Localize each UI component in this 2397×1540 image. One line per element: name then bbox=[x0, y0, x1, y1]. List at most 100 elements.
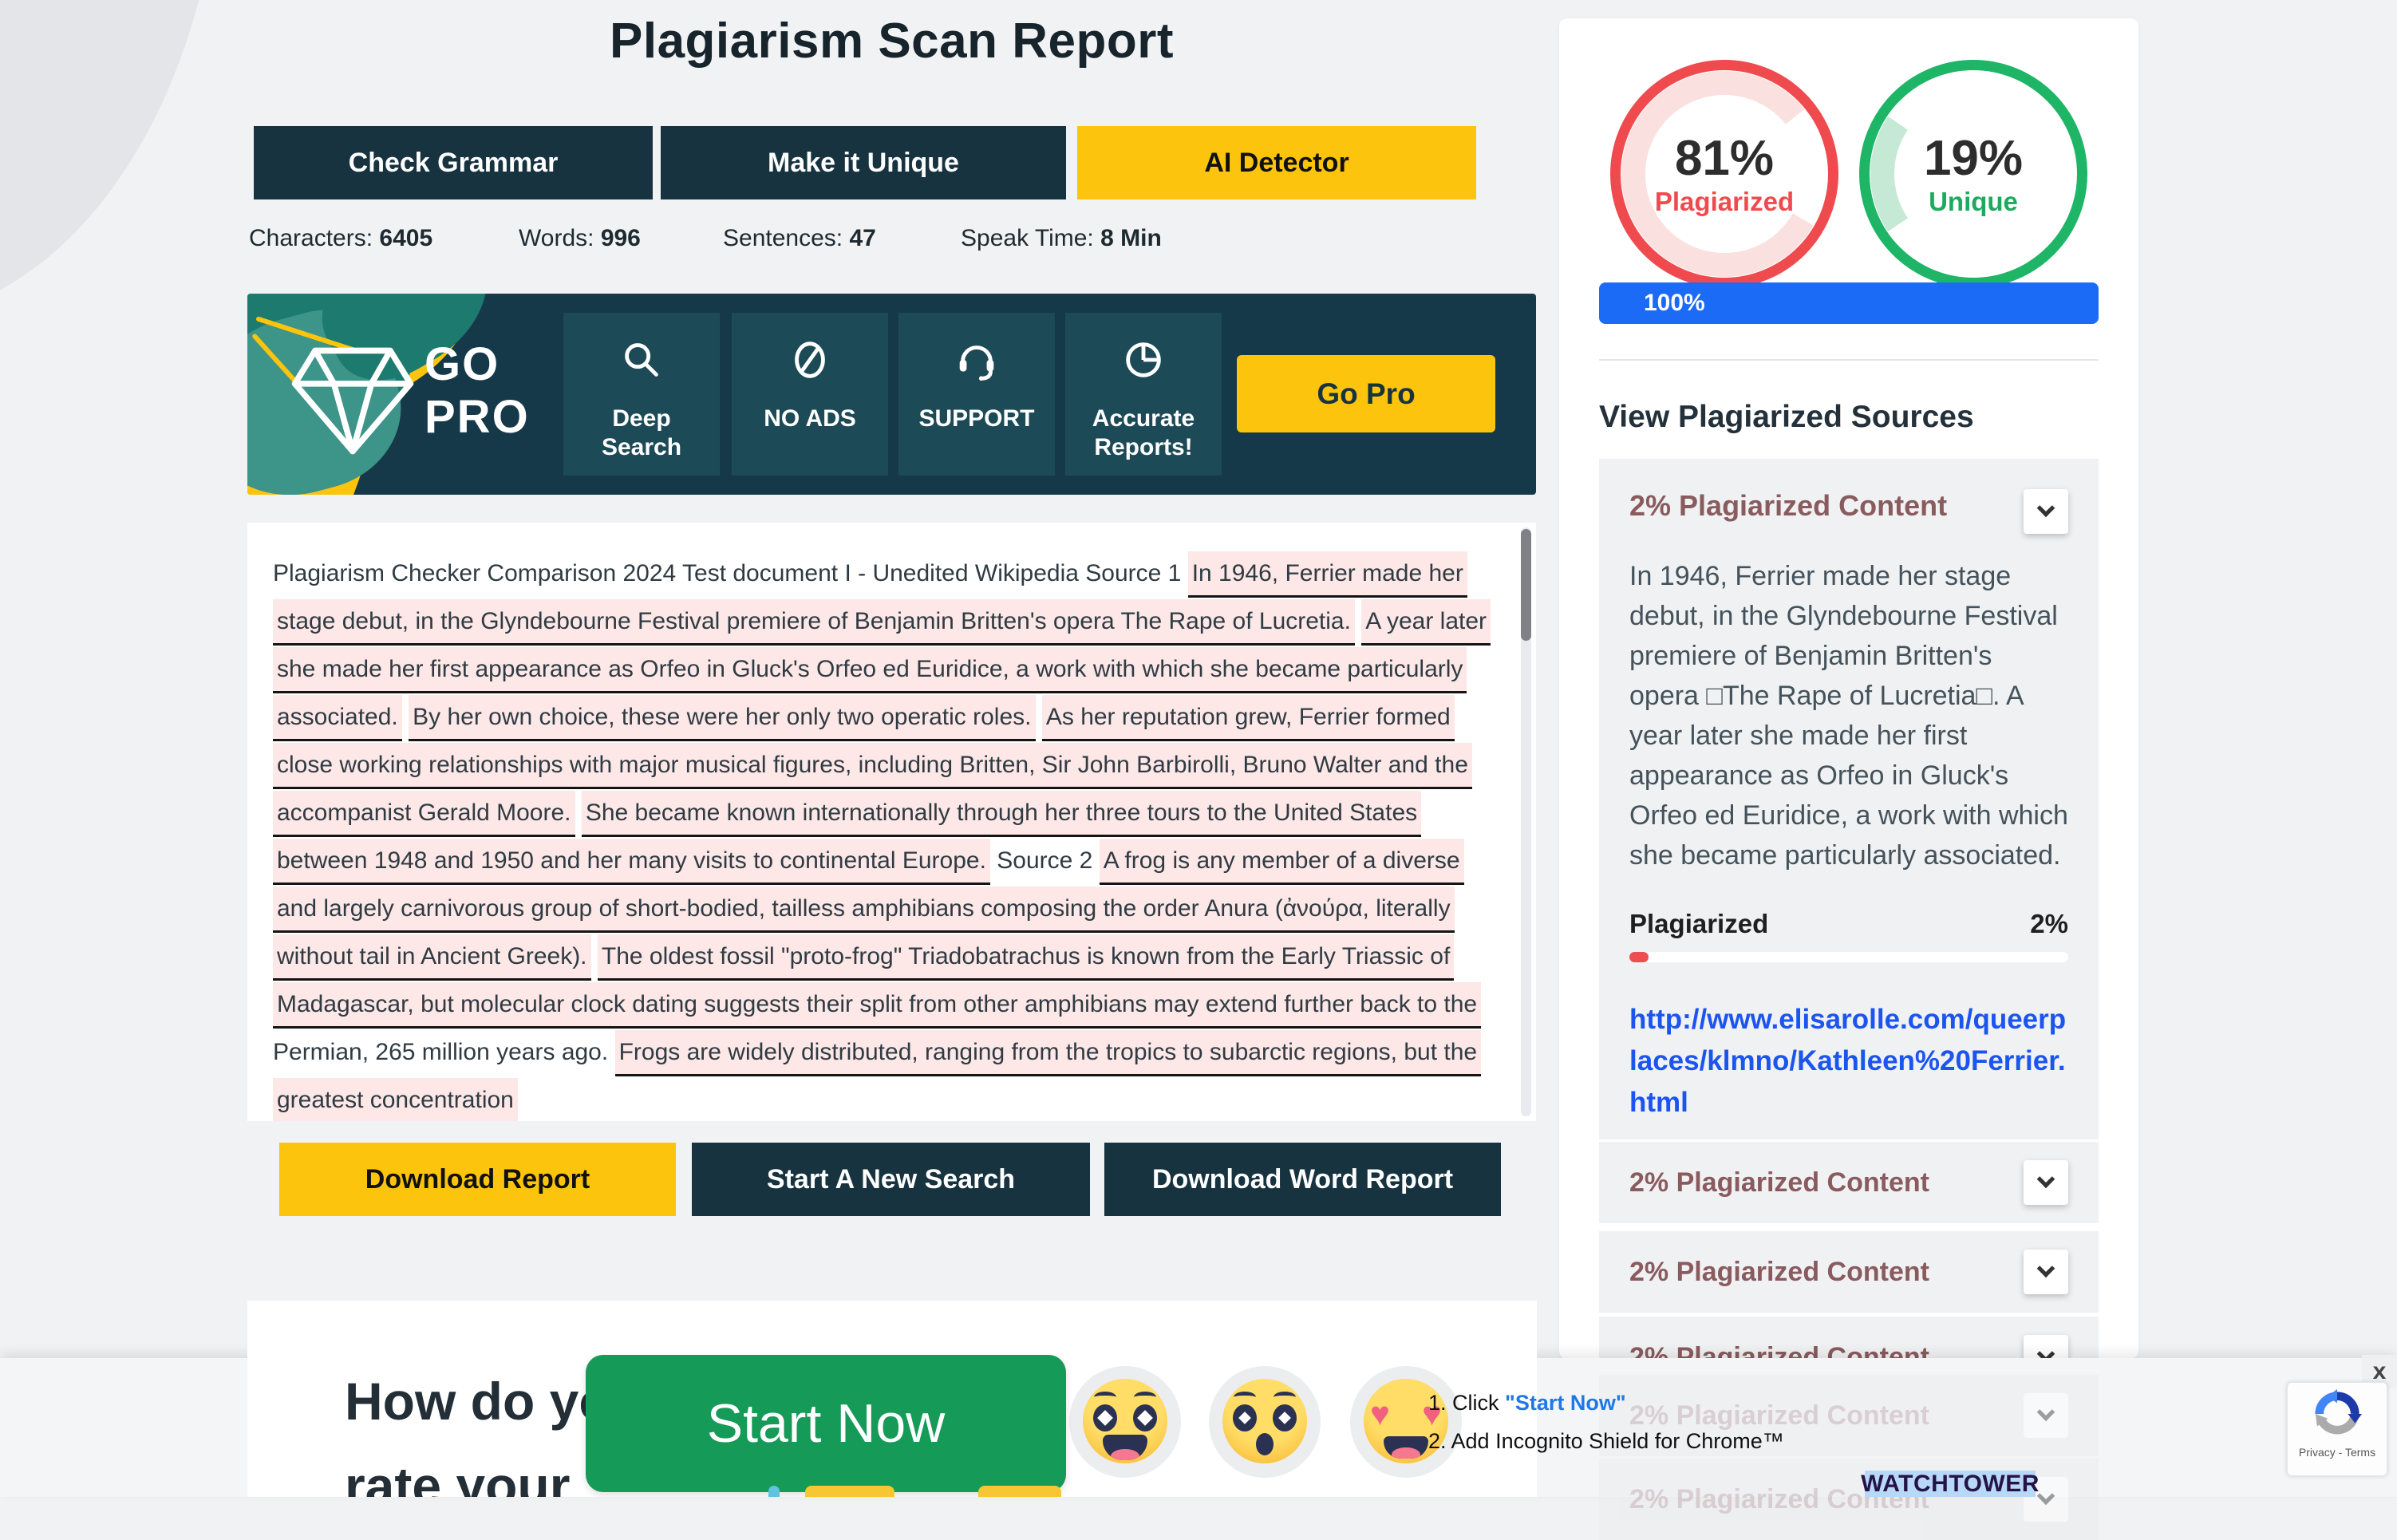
text-scrollbar-track[interactable] bbox=[1521, 527, 1531, 1116]
emoji-mouth bbox=[1103, 1435, 1147, 1460]
emoji-brow bbox=[1274, 1392, 1296, 1403]
emoji-sliver-decoration bbox=[768, 1486, 780, 1497]
emoji-eye bbox=[1273, 1404, 1297, 1431]
stat-speak-time: Speak Time: 8 Min bbox=[961, 225, 1162, 252]
emoji-face bbox=[1222, 1379, 1307, 1463]
recaptcha-badge[interactable]: Privacy - Terms bbox=[2287, 1382, 2387, 1476]
no-ads-icon bbox=[785, 335, 835, 389]
feature-accurate-reports: Accurate Reports! bbox=[1065, 313, 1222, 476]
source-excerpt: In 1946, Ferrier made her stage debut, i… bbox=[1629, 556, 2068, 875]
sources-heading: View Plagiarized Sources bbox=[1599, 400, 1974, 435]
page-title: Plagiarism Scan Report bbox=[247, 13, 1536, 69]
scan-progress-label: 100% bbox=[1644, 290, 1705, 317]
feature-label: NO ADS bbox=[757, 405, 863, 433]
start-new-search-button[interactable]: Start A New Search bbox=[692, 1143, 1090, 1216]
feature-support: SUPPORT bbox=[898, 313, 1055, 476]
watchtower-logo: WATCHTOWER bbox=[1865, 1471, 2036, 1497]
source-card: 2% Plagiarized Content bbox=[1599, 1317, 2099, 1359]
unique-label: Unique bbox=[1929, 187, 2018, 217]
recaptcha-terms[interactable]: Privacy - Terms bbox=[2299, 1446, 2375, 1459]
emoji-sliver-decoration bbox=[805, 1486, 894, 1497]
heart-eyes-emoji[interactable]: ♥ ♥ bbox=[1350, 1366, 1462, 1478]
emoji-eye bbox=[1233, 1404, 1257, 1431]
expand-source-button[interactable] bbox=[2024, 1393, 2068, 1438]
step-2: 2. Add Incognito Shield for Chrome™ bbox=[1428, 1429, 1784, 1454]
source-title: 2% Plagiarized Content bbox=[1629, 1167, 1929, 1198]
ai-detector-button[interactable]: AI Detector bbox=[1077, 126, 1476, 199]
emoji-brow bbox=[1234, 1392, 1256, 1403]
source-card: 2% Plagiarized Content bbox=[1599, 1142, 2099, 1223]
scan-progress-bar: 100% bbox=[1599, 282, 2099, 324]
feature-label: Deep Search bbox=[563, 405, 720, 462]
stat-label: Sentences: bbox=[723, 225, 843, 251]
feature-label: Accurate Reports! bbox=[1065, 405, 1222, 462]
chevron-down-icon bbox=[2037, 1403, 2055, 1421]
source-title: 2% Plagiarized Content bbox=[1629, 1342, 1929, 1360]
unique-gauge: 19% Unique bbox=[1859, 60, 2087, 288]
chevron-down-icon bbox=[2037, 1170, 2055, 1188]
emoji-brow bbox=[1134, 1392, 1156, 1403]
source-progress-fill bbox=[1629, 952, 1649, 962]
expand-source-button[interactable] bbox=[2024, 1250, 2068, 1294]
stat-value: 6405 bbox=[379, 225, 432, 251]
download-word-report-button[interactable]: Download Word Report bbox=[1104, 1143, 1501, 1216]
astonished-emoji[interactable] bbox=[1209, 1366, 1321, 1478]
expand-source-button[interactable] bbox=[2024, 1160, 2068, 1205]
stat-value: 8 Min bbox=[1100, 225, 1162, 251]
make-it-unique-button[interactable]: Make it Unique bbox=[661, 126, 1066, 199]
source-bar-label: Plagiarized bbox=[1629, 909, 1768, 939]
step-2-text: 2. Add Incognito Shield for Chrome™ bbox=[1428, 1429, 1784, 1453]
plagiarized-label: Plagiarized bbox=[1655, 187, 1794, 217]
diamond-icon bbox=[289, 343, 417, 463]
stat-sentences: Sentences: 47 bbox=[723, 225, 876, 252]
go-pro-banner: GO PRO Deep Search NO ADS SUPPORT bbox=[247, 294, 1536, 495]
step-1: 1. Click "Start Now" bbox=[1428, 1391, 1626, 1416]
divider bbox=[1599, 359, 2099, 361]
results-sidebar: 81% Plagiarized 19% Unique 100% View Pla… bbox=[1559, 18, 2138, 1359]
check-grammar-button[interactable]: Check Grammar bbox=[254, 126, 653, 199]
plagiarized-segment: By her own choice, these were her only t… bbox=[409, 695, 1035, 741]
step-1-start-now-link[interactable]: "Start Now" bbox=[1505, 1391, 1626, 1415]
plagiarized-percent: 81% bbox=[1675, 134, 1774, 184]
corner-decoration bbox=[0, 0, 223, 319]
brand-line: GO bbox=[425, 338, 530, 391]
feature-no-ads: NO ADS bbox=[732, 313, 888, 476]
search-icon bbox=[617, 335, 666, 389]
stat-characters: Characters: 6405 bbox=[249, 225, 432, 252]
collapse-source-button[interactable] bbox=[2024, 489, 2068, 534]
rating-heading-line1: How do yo bbox=[345, 1371, 611, 1431]
text-segment: Permian, 265 million years ago. bbox=[273, 1039, 608, 1065]
emoji-mouth bbox=[1384, 1436, 1428, 1459]
step-1-text: 1. Click bbox=[1428, 1391, 1505, 1415]
plagiarized-gauge: 81% Plagiarized bbox=[1610, 60, 1838, 288]
expand-source-button[interactable] bbox=[2024, 1335, 2068, 1359]
start-now-button[interactable]: Start Now bbox=[586, 1355, 1066, 1492]
report-text: Plagiarism Checker Comparison 2024 Test … bbox=[273, 550, 1491, 1121]
source-card-expanded: 2% Plagiarized Content In 1946, Ferrier … bbox=[1599, 459, 2099, 1139]
emoji-eye bbox=[1093, 1404, 1117, 1431]
star-struck-emoji[interactable] bbox=[1069, 1366, 1181, 1478]
stat-label: Words: bbox=[519, 225, 594, 251]
text-scrollbar-thumb[interactable] bbox=[1521, 529, 1531, 641]
headset-icon bbox=[952, 335, 1001, 389]
text-segment: Source 2 bbox=[997, 847, 1092, 874]
feature-label: SUPPORT bbox=[912, 405, 1041, 433]
source-bar-value: 2% bbox=[2030, 909, 2068, 939]
unique-percent: 19% bbox=[1924, 134, 2023, 184]
brand-line: PRO bbox=[425, 391, 530, 444]
pie-chart-icon bbox=[1119, 335, 1168, 389]
source-title: 2% Plagiarized Content bbox=[1629, 1400, 1929, 1431]
source-link[interactable]: http://www.elisarolle.com/queerplaces/kl… bbox=[1629, 999, 2068, 1123]
emoji-eye bbox=[1133, 1404, 1157, 1431]
chevron-down-icon bbox=[2037, 1345, 2055, 1359]
download-report-button[interactable]: Download Report bbox=[279, 1143, 676, 1216]
emoji-face bbox=[1083, 1379, 1167, 1463]
emoji-mouth bbox=[1256, 1433, 1274, 1455]
rating-heading-line2: rate your bbox=[345, 1455, 570, 1497]
stat-value: 47 bbox=[849, 225, 875, 251]
recaptcha-icon bbox=[2312, 1389, 2362, 1443]
go-pro-button[interactable]: Go Pro bbox=[1237, 355, 1495, 432]
go-pro-brand: GO PRO bbox=[425, 338, 530, 444]
emoji-heart-eye: ♥ bbox=[1370, 1395, 1390, 1433]
source-card: 2% Plagiarized Content bbox=[1599, 1231, 2099, 1313]
